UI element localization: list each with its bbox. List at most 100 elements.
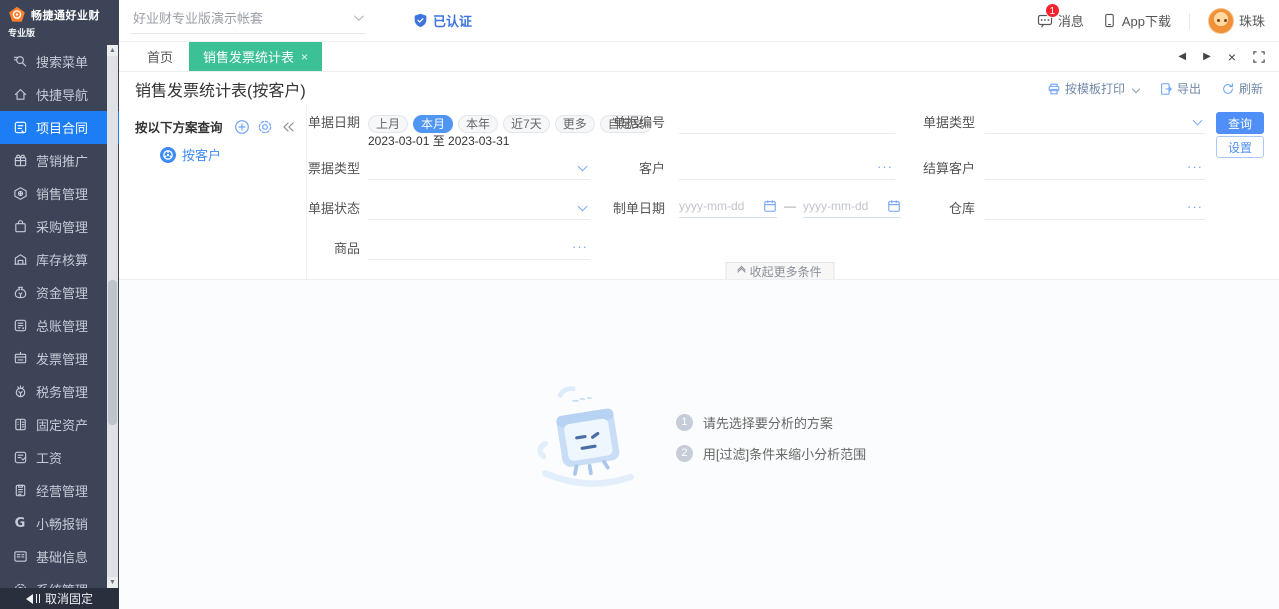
- scroll-up-icon[interactable]: ▲: [107, 45, 118, 56]
- app-logo: 畅捷通好业财 专业版: [0, 0, 119, 45]
- calendar-icon[interactable]: [887, 199, 901, 213]
- more-icon[interactable]: ···: [1187, 199, 1203, 214]
- doc-type-select[interactable]: [985, 110, 1205, 134]
- funds-icon: [12, 285, 28, 301]
- unpin-icon: [25, 593, 33, 604]
- sidebar-item-label: 税务管理: [36, 385, 89, 400]
- more-icon[interactable]: ···: [572, 239, 588, 254]
- ledger-icon: [12, 318, 28, 334]
- sidebar-item-label: 系统管理: [36, 580, 88, 588]
- doc-date-range: 2023-03-01 至 2023-03-31: [368, 134, 510, 148]
- print-by-template-button[interactable]: 按模板打印: [1047, 80, 1141, 97]
- bill-type-select[interactable]: [368, 156, 590, 180]
- doc-status-select[interactable]: [368, 196, 590, 220]
- sidebar-item-funds[interactable]: 资金管理: [0, 276, 119, 309]
- sidebar-item-tax[interactable]: 税务管理: [0, 375, 119, 408]
- export-button[interactable]: 导出: [1159, 80, 1201, 97]
- page-title: 销售发票统计表(按客户): [135, 82, 306, 100]
- sidebar-item-search-menu[interactable]: 搜索菜单: [0, 45, 119, 78]
- more-icon[interactable]: ···: [1187, 159, 1203, 174]
- user-menu[interactable]: 珠珠: [1207, 7, 1265, 34]
- settle-customer-field[interactable]: ···: [985, 156, 1205, 180]
- messages-button[interactable]: 消息 1: [1037, 3, 1084, 30]
- date-option-this-month[interactable]: 本月: [413, 115, 454, 133]
- sidebar-item-invoice[interactable]: 发票管理: [0, 342, 119, 375]
- sidebar-scrollbar[interactable]: ▲ ▼: [107, 45, 118, 588]
- doc-no-field: [679, 110, 895, 134]
- sidebar-item-purchase[interactable]: 采购管理: [0, 210, 119, 243]
- sidebar-item-reimburse[interactable]: G 小畅报销: [0, 507, 119, 540]
- printer-icon: [1048, 83, 1060, 94]
- add-scheme-icon[interactable]: [234, 119, 250, 135]
- calendar-icon[interactable]: [763, 199, 777, 213]
- tab-close-icon[interactable]: ×: [301, 50, 308, 64]
- sidebar-item-label: 基础信息: [36, 550, 89, 565]
- inventory-icon: [12, 252, 28, 268]
- fixed-assets-icon: [12, 417, 28, 433]
- sidebar-item-base-info[interactable]: 基础信息: [0, 540, 119, 573]
- date-option-this-year[interactable]: 本年: [458, 115, 499, 133]
- sidebar-item-payroll[interactable]: 工资: [0, 441, 119, 474]
- account-name: 好业财专业版演示帐套: [133, 10, 264, 26]
- tab-home[interactable]: 首页: [131, 42, 189, 71]
- sidebar-item-sales[interactable]: 销售管理: [0, 177, 119, 210]
- content-area: 1 请先选择要分析的方案 2 用[过滤]条件来缩小分析范围: [119, 280, 1279, 609]
- purchase-icon: [12, 219, 28, 235]
- sidebar-item-marketing[interactable]: 营销推广: [0, 144, 119, 177]
- account-selector[interactable]: 好业财专业版演示帐套: [131, 8, 365, 34]
- avatar: [1207, 7, 1234, 34]
- tab-sales-invoice-stats[interactable]: 销售发票统计表 ×: [189, 42, 323, 71]
- doc-type-label: 单据类型: [922, 115, 975, 130]
- certified-badge[interactable]: 已认证: [413, 11, 472, 30]
- certified-label: 已认证: [433, 14, 473, 29]
- app-download-button[interactable]: App下载: [1102, 11, 1171, 30]
- scroll-down-icon[interactable]: ▼: [107, 577, 118, 588]
- tab-close-all-icon[interactable]: ×: [1228, 49, 1236, 65]
- logo-title: 畅捷通好业财: [31, 10, 100, 22]
- tab-next-icon[interactable]: ▶: [1203, 51, 1211, 62]
- sidebar-item-ledger[interactable]: 总账管理: [0, 309, 119, 342]
- sidebar-item-quick-nav[interactable]: 快捷导航: [0, 78, 119, 111]
- create-date-start-input[interactable]: [679, 195, 761, 216]
- tax-icon: [12, 384, 28, 400]
- scrollbar-thumb[interactable]: [108, 280, 117, 425]
- collapse-more-conditions-button[interactable]: 收起更多条件: [725, 262, 835, 279]
- fullscreen-icon[interactable]: [1253, 50, 1265, 63]
- tab-prev-icon[interactable]: ◀: [1178, 51, 1186, 62]
- warehouse-field[interactable]: ···: [985, 196, 1205, 220]
- customer-field[interactable]: ···: [679, 156, 895, 180]
- sidebar-item-project-contract[interactable]: 项目合同: [0, 111, 119, 144]
- unpin-sidebar-button[interactable]: 取消固定: [0, 588, 119, 609]
- page-header: 销售发票统计表(按客户) 按模板打印 导出 刷新: [119, 72, 1279, 105]
- sidebar-item-fixed-assets[interactable]: 固定资产: [0, 408, 119, 441]
- filter-panel: 按以下方案查询 按客户 单据日期 上月 本月 本年 近7天 更多 自定义 202…: [119, 105, 1279, 280]
- operations-icon: [12, 483, 28, 499]
- shield-icon: [414, 13, 427, 28]
- step-text: 请先选择要分析的方案: [702, 415, 833, 431]
- product-field[interactable]: ···: [368, 236, 590, 260]
- date-option-last-7-days[interactable]: 近7天: [503, 115, 550, 133]
- sidebar-item-label: 小畅报销: [36, 517, 89, 532]
- main-area: 好业财专业版演示帐套 已认证 消息 1 App下载 珠珠 首页 销售发票统计表 …: [119, 0, 1279, 609]
- sidebar: 畅捷通好业财 专业版 搜索菜单 快捷导航 项目合同 营销推广 销售管理 采购管理: [0, 0, 119, 609]
- doc-no-input[interactable]: [679, 111, 895, 132]
- empty-state: 1 请先选择要分析的方案 2 用[过滤]条件来缩小分析范围: [532, 385, 866, 490]
- sidebar-item-operations[interactable]: 经营管理: [0, 474, 119, 507]
- sidebar-item-label: 资金管理: [36, 286, 89, 301]
- more-icon[interactable]: ···: [877, 159, 893, 174]
- settings-button[interactable]: 设置: [1216, 136, 1264, 158]
- create-date-end-input[interactable]: [803, 195, 885, 216]
- export-icon: [1161, 82, 1172, 95]
- date-option-last-month[interactable]: 上月: [368, 115, 409, 133]
- sidebar-item-system[interactable]: 系统管理: [0, 573, 119, 588]
- sidebar-item-label: 总账管理: [36, 319, 89, 334]
- query-button[interactable]: 查询: [1216, 112, 1264, 134]
- sidebar-item-label: 发票管理: [36, 352, 89, 367]
- scheme-item-by-customer[interactable]: 按客户: [159, 145, 221, 164]
- sidebar-item-inventory[interactable]: 库存核算: [0, 243, 119, 276]
- gear-icon[interactable]: [257, 119, 273, 135]
- date-option-more[interactable]: 更多: [554, 115, 595, 133]
- messages-label: 消息: [1057, 14, 1084, 29]
- tab-label: 首页: [147, 50, 174, 65]
- refresh-button[interactable]: 刷新: [1221, 80, 1263, 97]
